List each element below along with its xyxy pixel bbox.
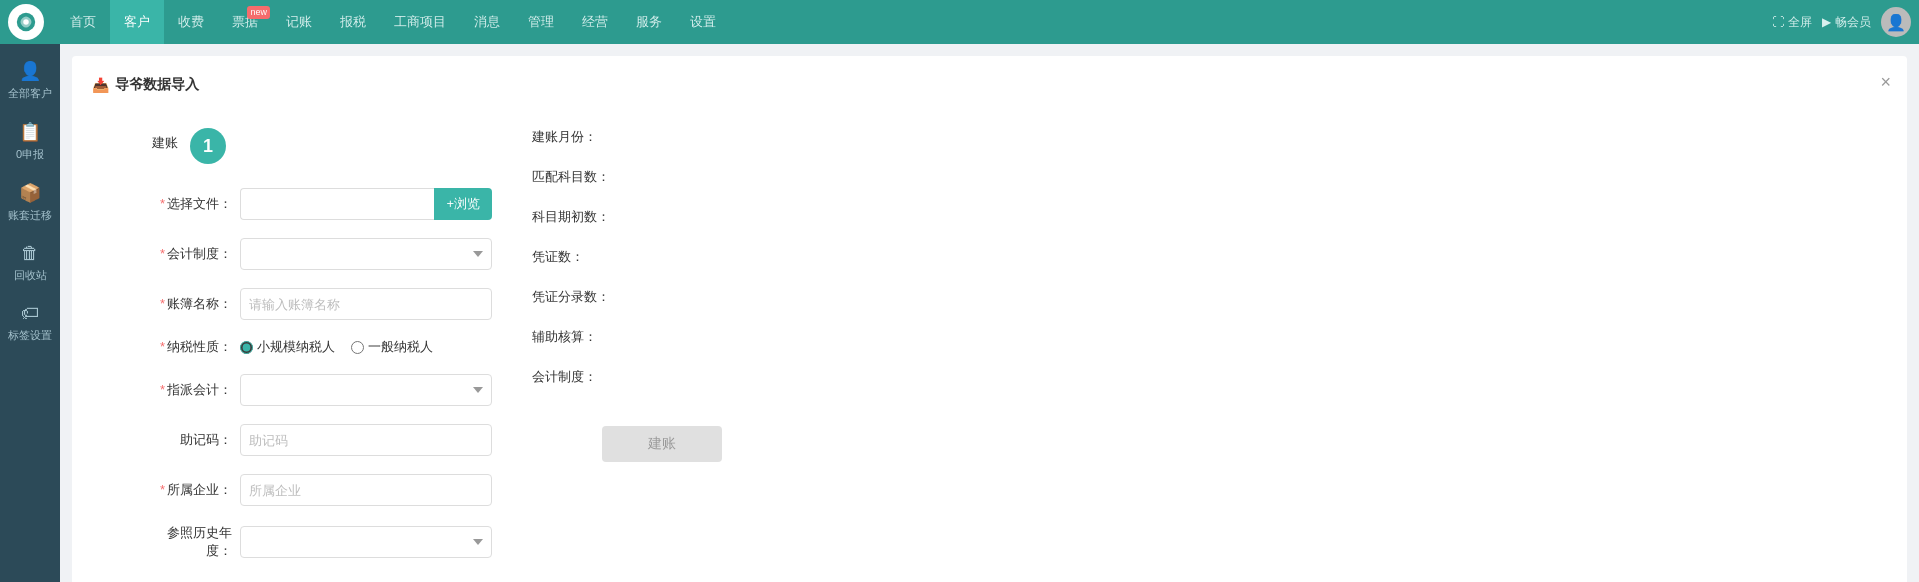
- ref-year-label: 参照历史年度：: [152, 524, 232, 560]
- nav-services[interactable]: 服务: [622, 0, 676, 44]
- ref-year-row: 参照历史年度：: [152, 524, 492, 560]
- nav-right: ⛶ 全屏 ▶ 畅会员 👤: [1772, 7, 1911, 37]
- tax-type-label: *纳税性质：: [152, 338, 232, 356]
- sidebar: 👤 全部客户 📋 0申报 📦 账套迁移 🗑 回收站 🏷 标签设置: [0, 44, 60, 582]
- step-label: 建账: [152, 134, 178, 152]
- subject-init-label: 科目期初数：: [532, 208, 610, 226]
- aux-accounting-row: 辅助核算：: [532, 328, 792, 346]
- general-taxpayer-radio[interactable]: [351, 341, 364, 354]
- assign-accountant-row: *指派会计：: [152, 374, 492, 406]
- match-subjects-row: 匹配科目数：: [532, 168, 792, 186]
- nav-bookkeeping[interactable]: 记账: [272, 0, 326, 44]
- sidebar-item-tags[interactable]: 🏷 标签设置: [0, 295, 60, 351]
- fullscreen-icon: ⛶: [1772, 15, 1784, 29]
- voucher-entries-label: 凭证分录数：: [532, 288, 610, 306]
- top-nav: 首页 客户 收费 票据 new 记账 报税 工商项目 消息 管理 经营 服务 设…: [0, 0, 1919, 44]
- step-circle: 1: [190, 128, 226, 164]
- accounting-system-select[interactable]: [240, 238, 492, 270]
- affiliated-company-label: *所属企业：: [152, 481, 232, 499]
- tax-radio-group: 小规模纳税人 一般纳税人: [240, 338, 433, 356]
- nav-home[interactable]: 首页: [56, 0, 110, 44]
- avatar[interactable]: 👤: [1881, 7, 1911, 37]
- form-container: 建账 1 *选择文件： +浏览: [92, 118, 1887, 578]
- general-taxpayer-label: 一般纳税人: [368, 338, 433, 356]
- match-subjects-label: 匹配科目数：: [532, 168, 610, 186]
- logo[interactable]: [8, 4, 44, 40]
- sidebar-item-declaration[interactable]: 📋 0申报: [0, 113, 60, 170]
- import-panel: 📥 导爷数据导入 × 建账 1 *选择文件：: [72, 56, 1907, 582]
- nav-tax[interactable]: 报税: [326, 0, 380, 44]
- assign-accountant-label: *指派会计：: [152, 381, 232, 399]
- svg-point-1: [23, 19, 29, 25]
- ledger-name-label: *账簿名称：: [152, 295, 232, 313]
- memo-code-input[interactable]: [240, 424, 492, 456]
- sidebar-item-migration[interactable]: 📦 账套迁移: [0, 174, 60, 231]
- accounting-system-row: *会计制度：: [152, 238, 492, 270]
- nav-messages[interactable]: 消息: [460, 0, 514, 44]
- file-input-wrap: +浏览: [240, 188, 492, 220]
- nav-business[interactable]: 工商项目: [380, 0, 460, 44]
- form-left: 建账 1 *选择文件： +浏览: [152, 128, 492, 578]
- migration-icon: 📦: [19, 182, 41, 204]
- small-taxpayer-radio[interactable]: [240, 341, 253, 354]
- step-indicator: 建账 1: [152, 128, 492, 164]
- ref-year-select[interactable]: [240, 526, 492, 558]
- nav-operations[interactable]: 经营: [568, 0, 622, 44]
- nav-manage[interactable]: 管理: [514, 0, 568, 44]
- close-button[interactable]: ×: [1880, 72, 1891, 93]
- new-badge: new: [247, 6, 270, 19]
- sidebar-item-all-customers[interactable]: 👤 全部客户: [0, 52, 60, 109]
- vip-icon: ▶: [1822, 15, 1831, 29]
- small-taxpayer-option[interactable]: 小规模纳税人: [240, 338, 335, 356]
- ledger-name-row: *账簿名称：: [152, 288, 492, 320]
- voucher-entries-row: 凭证分录数：: [532, 288, 792, 306]
- voucher-label: 凭证数：: [532, 248, 584, 266]
- declaration-icon: 📋: [19, 121, 41, 143]
- trash-icon: 🗑: [21, 243, 39, 264]
- user-icon: 👤: [1886, 13, 1906, 32]
- form-right: 建账月份： 匹配科目数： 科目期初数： 凭证数：: [532, 128, 792, 578]
- accounting-system-label: *会计制度：: [152, 245, 232, 263]
- tags-icon: 🏷: [21, 303, 39, 324]
- affiliated-company-input[interactable]: [240, 474, 492, 506]
- file-input[interactable]: [240, 188, 434, 220]
- build-month-row: 建账月份：: [532, 128, 792, 146]
- memo-code-label: 助记码：: [152, 431, 232, 449]
- nav-items: 首页 客户 收费 票据 new 记账 报税 工商项目 消息 管理 经营 服务 设…: [56, 0, 1772, 44]
- memo-code-row: 助记码：: [152, 424, 492, 456]
- vip-btn[interactable]: ▶ 畅会员: [1822, 14, 1871, 31]
- required-mark: *: [160, 196, 165, 211]
- panel-title: 📥 导爷数据导入: [92, 76, 1887, 94]
- all-customers-icon: 👤: [19, 60, 41, 82]
- nav-invoices[interactable]: 票据 new: [218, 0, 272, 44]
- select-file-row: *选择文件： +浏览: [152, 188, 492, 220]
- layout: 👤 全部客户 📋 0申报 📦 账套迁移 🗑 回收站 🏷 标签设置 📥 导爷数据导…: [0, 44, 1919, 582]
- nav-settings[interactable]: 设置: [676, 0, 730, 44]
- small-taxpayer-label: 小规模纳税人: [257, 338, 335, 356]
- nav-customers[interactable]: 客户: [110, 0, 164, 44]
- main-content: 📥 导爷数据导入 × 建账 1 *选择文件：: [60, 44, 1919, 582]
- select-file-label: *选择文件：: [152, 195, 232, 213]
- general-taxpayer-option[interactable]: 一般纳税人: [351, 338, 433, 356]
- build-month-label: 建账月份：: [532, 128, 597, 146]
- aux-accounting-label: 辅助核算：: [532, 328, 597, 346]
- tax-type-row: *纳税性质： 小规模纳税人 一般纳税人: [152, 338, 492, 356]
- browse-button[interactable]: +浏览: [434, 188, 492, 220]
- ledger-name-input[interactable]: [240, 288, 492, 320]
- assign-accountant-select[interactable]: [240, 374, 492, 406]
- import-icon: 📥: [92, 77, 109, 93]
- nav-fees[interactable]: 收费: [164, 0, 218, 44]
- right-accounting-system-row: 会计制度：: [532, 368, 792, 386]
- affiliated-company-row: *所属企业：: [152, 474, 492, 506]
- sidebar-item-trash[interactable]: 🗑 回收站: [0, 235, 60, 291]
- right-accounting-system-label: 会计制度：: [532, 368, 597, 386]
- fullscreen-btn[interactable]: ⛶ 全屏: [1772, 14, 1812, 31]
- subject-init-row: 科目期初数：: [532, 208, 792, 226]
- build-account-button[interactable]: 建账: [602, 426, 722, 462]
- voucher-row: 凭证数：: [532, 248, 792, 266]
